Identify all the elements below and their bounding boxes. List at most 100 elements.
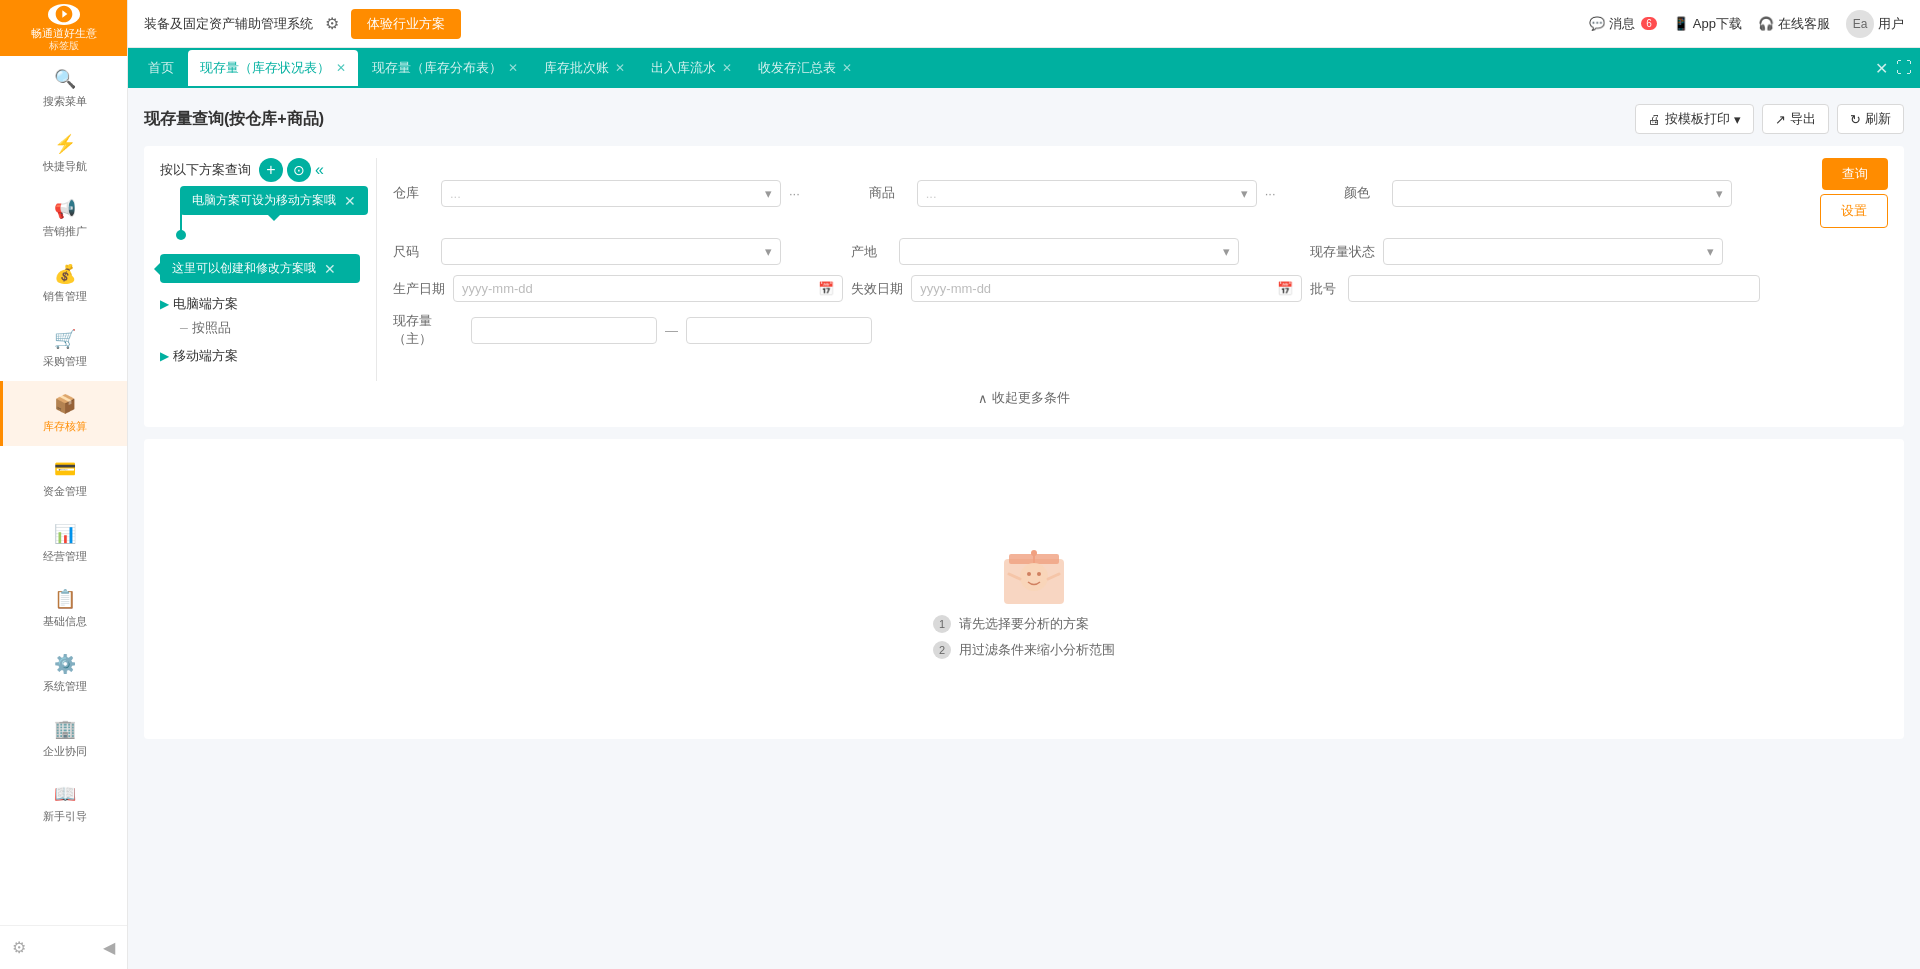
printer-icon: 🖨 xyxy=(1648,112,1661,127)
message-icon: 💬 xyxy=(1589,16,1605,31)
tab-home[interactable]: 首页 xyxy=(136,50,186,86)
color-select[interactable]: ▾ xyxy=(1392,180,1732,207)
stock-qty-min[interactable] xyxy=(471,317,657,344)
origin-select[interactable]: ▾ xyxy=(899,238,1239,265)
operations-icon: 📊 xyxy=(54,523,76,545)
copy-scheme-btn[interactable]: ⊙ xyxy=(287,158,311,182)
page-header: 现存量查询(按仓库+商品) 🖨 按模板打印 ▾ ↗ 导出 ↻ 刷新 xyxy=(144,104,1904,134)
settings-footer-btn[interactable]: ⚙ xyxy=(12,938,26,957)
expire-date-input[interactable]: yyyy-mm-dd 📅 xyxy=(911,275,1301,302)
home-tab-label: 首页 xyxy=(148,59,174,77)
chevron-down-icon-status: ▾ xyxy=(1707,244,1714,259)
collapse-btn[interactable]: ∧ 收起更多条件 xyxy=(160,381,1888,415)
tab-bar: 首页 现存量（库存状况表） ✕ 现存量（库存分布表） ✕ 库存批次账 ✕ 出入库… xyxy=(128,48,1920,88)
sidebar-item-enterprise[interactable]: 🏢 企业协同 xyxy=(0,706,127,771)
scheme-panel: 按以下方案查询 + ⊙ « 电脑方案可设为移动方案哦 ✕ xyxy=(160,158,360,381)
goods-select[interactable]: ... ▾ xyxy=(917,180,1257,207)
warehouse-select[interactable]: ... ▾ xyxy=(441,180,781,207)
sidebar-item-marketing[interactable]: 📢 营销推广 xyxy=(0,186,127,251)
goods-label: 商品 xyxy=(869,184,909,202)
batch-ledger-tab-label: 库存批次账 xyxy=(544,59,609,77)
sidebar-item-quick-nav[interactable]: ⚡ 快捷导航 xyxy=(0,121,127,186)
chevron-down-icon-origin: ▾ xyxy=(1223,244,1230,259)
tab-collect-summary[interactable]: 收发存汇总表 ✕ xyxy=(746,50,864,86)
tab-batch-ledger[interactable]: 库存批次账 ✕ xyxy=(532,50,637,86)
panel-divider xyxy=(376,158,377,381)
user-btn[interactable]: Ea 用户 xyxy=(1846,10,1904,38)
tab-inout-flow[interactable]: 出入库流水 ✕ xyxy=(639,50,744,86)
scheme-node-mobile[interactable]: ▶ 移动端方案 xyxy=(160,343,360,369)
search-btn[interactable]: 查询 xyxy=(1822,158,1888,190)
filter-row-4: 现存量（主） — xyxy=(393,312,1888,348)
nav-left-btn[interactable]: « xyxy=(315,161,324,179)
warehouse-more-btn[interactable]: ··· xyxy=(789,186,800,201)
filter-action-btns: 查询 设置 xyxy=(1820,158,1888,228)
color-label: 颜色 xyxy=(1344,184,1384,202)
warehouse-label: 仓库 xyxy=(393,184,433,202)
tab-close-batch-ledger[interactable]: ✕ xyxy=(615,61,625,75)
sidebar-item-basic-info[interactable]: 📋 基础信息 xyxy=(0,576,127,641)
stock-qty-label: 现存量（主） xyxy=(393,312,463,348)
industry-btn[interactable]: 体验行业方案 xyxy=(351,9,461,39)
goods-more-btn[interactable]: ··· xyxy=(1265,186,1276,201)
sidebar-item-inventory[interactable]: 📦 库存核算 xyxy=(0,381,127,446)
size-label: 尺码 xyxy=(393,243,433,261)
online-support-btn[interactable]: 🎧 在线客服 xyxy=(1758,15,1830,33)
chevron-down-icon-color: ▾ xyxy=(1716,186,1723,201)
tab-inventory-dist[interactable]: 现存量（库存分布表） ✕ xyxy=(360,50,530,86)
prod-date-label: 生产日期 xyxy=(393,280,445,298)
svg-point-2 xyxy=(1020,563,1048,591)
tab-close-inout-flow[interactable]: ✕ xyxy=(722,61,732,75)
empty-steps: 1 请先选择要分析的方案 2 用过滤条件来缩小分析范围 xyxy=(933,615,1115,659)
scheme-child-item[interactable]: ─ 按照品 xyxy=(180,317,360,339)
export-btn[interactable]: ↗ 导出 xyxy=(1762,104,1829,134)
system-icon: ⚙️ xyxy=(54,653,76,675)
batch-input[interactable] xyxy=(1348,275,1760,302)
warehouse-value: ... xyxy=(450,186,461,201)
scheme-node-desktop[interactable]: ▶ 电脑端方案 xyxy=(160,291,360,317)
main-area: 装备及固定资产辅助管理系统 ⚙ 体验行业方案 💬 消息 6 📱 App下载 🎧 … xyxy=(128,0,1920,969)
stock-status-select[interactable]: ▾ xyxy=(1383,238,1723,265)
tab-maximize-btn[interactable]: ⛶ xyxy=(1896,59,1912,77)
add-scheme-btn[interactable]: + xyxy=(259,158,283,182)
scheme-desktop-children: ─ 按照品 xyxy=(160,317,360,339)
collapse-sidebar-btn[interactable]: ◀ xyxy=(103,938,115,957)
app-download-btn[interactable]: 📱 App下载 xyxy=(1673,15,1742,33)
refresh-btn[interactable]: ↻ 刷新 xyxy=(1837,104,1904,134)
message-btn[interactable]: 💬 消息 6 xyxy=(1589,15,1657,33)
data-area: 1 请先选择要分析的方案 2 用过滤条件来缩小分析范围 xyxy=(144,439,1904,739)
sidebar-item-sales[interactable]: 💰 销售管理 xyxy=(0,251,127,316)
prod-date-input[interactable]: yyyy-mm-dd 📅 xyxy=(453,275,843,302)
header-left: 装备及固定资产辅助管理系统 ⚙ 体验行业方案 xyxy=(144,9,461,39)
headset-icon: 🎧 xyxy=(1758,16,1774,31)
tab-inventory-status[interactable]: 现存量（库存状况表） ✕ xyxy=(188,50,358,86)
child-indent: ─ xyxy=(180,322,188,334)
sales-icon: 💰 xyxy=(54,263,76,285)
tab-close-all-btn[interactable]: ✕ xyxy=(1875,59,1888,78)
tooltip1-close-btn[interactable]: ✕ xyxy=(344,193,356,209)
sidebar-item-search-menu[interactable]: 🔍 搜索菜单 xyxy=(0,56,127,121)
empty-step-2: 2 用过滤条件来缩小分析范围 xyxy=(933,641,1115,659)
stock-qty-max[interactable] xyxy=(686,317,872,344)
reset-btn[interactable]: 设置 xyxy=(1820,194,1888,228)
tab-close-collect-summary[interactable]: ✕ xyxy=(842,61,852,75)
export-icon: ↗ xyxy=(1775,112,1786,127)
calendar-icon-prod: 📅 xyxy=(818,281,834,296)
sidebar-item-system[interactable]: ⚙️ 系统管理 xyxy=(0,641,127,706)
sidebar-item-finance[interactable]: 💳 资金管理 xyxy=(0,446,127,511)
size-select[interactable]: ▾ xyxy=(441,238,781,265)
tab-close-inventory-status[interactable]: ✕ xyxy=(336,61,346,75)
connector-dot xyxy=(176,230,186,240)
sidebar-item-purchase[interactable]: 🛒 采购管理 xyxy=(0,316,127,381)
quick-nav-icon: ⚡ xyxy=(54,133,76,155)
template-print-btn[interactable]: 🖨 按模板打印 ▾ xyxy=(1635,104,1754,134)
sidebar-item-operations[interactable]: 📊 经营管理 xyxy=(0,511,127,576)
tooltip2-close-btn[interactable]: ✕ xyxy=(324,261,336,277)
collect-summary-tab-label: 收发存汇总表 xyxy=(758,59,836,77)
header-settings-btn[interactable]: ⚙ xyxy=(325,14,339,33)
sidebar-item-guide[interactable]: 📖 新手引导 xyxy=(0,771,127,836)
goods-value: ... xyxy=(926,186,937,201)
tab-close-inventory-dist[interactable]: ✕ xyxy=(508,61,518,75)
filter-row-3: 生产日期 yyyy-mm-dd 📅 失效日期 yyyy-mm-dd xyxy=(393,275,1888,302)
filter-row-1: 仓库 ... ▾ ··· 商品 .. xyxy=(393,158,1888,228)
